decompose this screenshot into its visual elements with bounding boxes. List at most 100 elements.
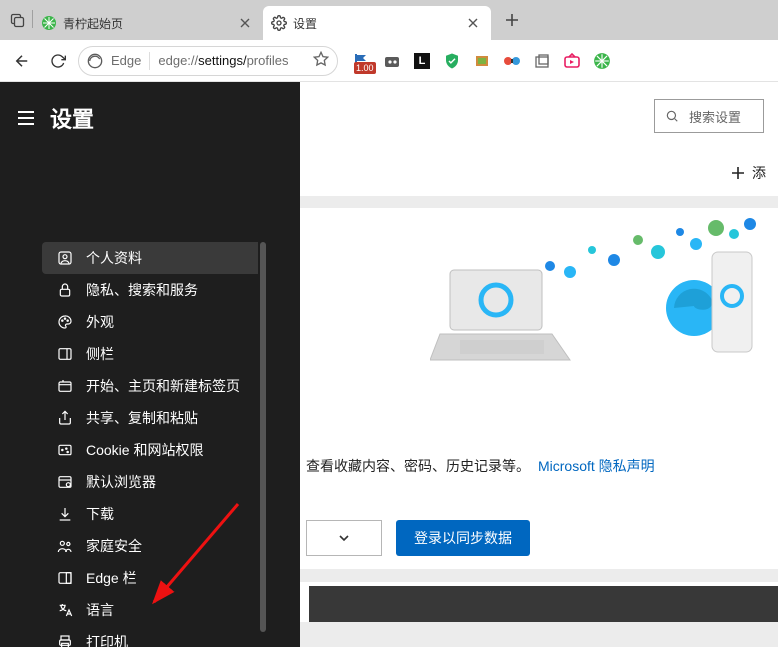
search-row: 搜索设置 bbox=[300, 82, 778, 150]
phone-icon bbox=[704, 248, 760, 358]
sync-button-label: 登录以同步数据 bbox=[414, 528, 512, 548]
sidebar-icon bbox=[56, 345, 74, 363]
sidebar-item-cookies[interactable]: Cookie 和网站权限 bbox=[42, 434, 262, 466]
extension-tv-icon[interactable] bbox=[562, 51, 582, 71]
extensions-row: 1.00 L bbox=[352, 51, 612, 71]
family-icon bbox=[56, 537, 74, 555]
sidebar-item-privacy[interactable]: 隐私、搜索和服务 bbox=[42, 274, 262, 306]
back-button[interactable] bbox=[6, 45, 38, 77]
refresh-button[interactable] bbox=[42, 45, 74, 77]
profile-dropdown[interactable] bbox=[306, 520, 382, 556]
add-label: 添 bbox=[752, 163, 766, 183]
new-tab-button[interactable] bbox=[497, 5, 527, 35]
tabs-icon bbox=[56, 377, 74, 395]
extension-flag-icon[interactable]: 1.00 bbox=[352, 51, 372, 71]
sidebar-item-language[interactable]: 语言 bbox=[42, 594, 262, 626]
sidebar-item-label: 侧栏 bbox=[86, 344, 114, 364]
close-icon[interactable] bbox=[237, 15, 253, 31]
sidebar-nav: 个人资料 隐私、搜索和服务 外观 侧栏 开始、主页和新建标签页 共享、复制和粘贴 bbox=[42, 242, 268, 647]
palette-icon bbox=[56, 313, 74, 331]
settings-search-input[interactable]: 搜索设置 bbox=[654, 99, 764, 133]
notice-text: 查看收藏内容、密码、历史记录等。 bbox=[306, 456, 530, 476]
divider bbox=[149, 52, 150, 70]
sidebar-item-label: 默认浏览器 bbox=[86, 472, 156, 492]
sidebar-item-appearance[interactable]: 外观 bbox=[42, 306, 262, 338]
sidebar-item-share[interactable]: 共享、复制和粘贴 bbox=[42, 402, 262, 434]
extension-icon[interactable]: L bbox=[412, 51, 432, 71]
menu-button[interactable] bbox=[14, 106, 38, 130]
tab-qingning[interactable]: 青柠起始页 bbox=[33, 6, 263, 40]
gear-icon bbox=[271, 15, 287, 31]
sidebar-item-label: Edge 栏 bbox=[86, 568, 137, 588]
extension-icon[interactable] bbox=[502, 51, 522, 71]
sidebar-item-sidebar[interactable]: 侧栏 bbox=[42, 338, 262, 370]
sidebar-item-label: 语言 bbox=[86, 600, 114, 620]
sidebar-header: 设置 bbox=[0, 82, 276, 154]
extension-icon[interactable] bbox=[382, 51, 402, 71]
sidebar-scrollbar[interactable] bbox=[258, 242, 268, 647]
dark-bar bbox=[309, 586, 778, 622]
extension-shield-icon[interactable] bbox=[442, 51, 462, 71]
sidebar-item-label: 打印机 bbox=[86, 632, 128, 647]
url-text: edge://settings/profiles bbox=[158, 53, 288, 68]
url-brand: Edge bbox=[111, 53, 141, 68]
scrollbar-thumb[interactable] bbox=[260, 242, 266, 632]
background-band bbox=[300, 622, 778, 647]
tab-settings[interactable]: 设置 bbox=[263, 6, 491, 40]
language-icon bbox=[56, 601, 74, 619]
search-placeholder: 搜索设置 bbox=[689, 107, 741, 126]
sidebar-item-default-browser[interactable]: 默认浏览器 bbox=[42, 466, 262, 498]
sync-login-button[interactable]: 登录以同步数据 bbox=[396, 520, 530, 556]
tab-title: 设置 bbox=[293, 15, 459, 32]
divider-band bbox=[300, 569, 778, 582]
page-title: 设置 bbox=[50, 102, 94, 134]
extension-icon[interactable] bbox=[532, 51, 552, 71]
sidebar-item-label: 个人资料 bbox=[86, 248, 142, 268]
profile-hero bbox=[300, 208, 778, 404]
favorite-icon[interactable] bbox=[313, 51, 329, 70]
share-icon bbox=[56, 409, 74, 427]
sidebar-item-label: 外观 bbox=[86, 312, 114, 332]
sidebar-item-downloads[interactable]: 下载 bbox=[42, 498, 262, 530]
window-tabbar: 青柠起始页 设置 bbox=[0, 0, 778, 40]
close-icon[interactable] bbox=[465, 15, 481, 31]
search-icon bbox=[665, 109, 679, 123]
sidebar-item-edgebar[interactable]: Edge 栏 bbox=[42, 562, 262, 594]
browser-icon bbox=[56, 473, 74, 491]
sidebar-item-label: 家庭安全 bbox=[86, 536, 142, 556]
profile-action-row: 登录以同步数据 bbox=[306, 520, 530, 556]
chevron-down-icon bbox=[337, 531, 351, 545]
extension-icon[interactable] bbox=[472, 51, 492, 71]
sidebar-item-label: 开始、主页和新建标签页 bbox=[86, 376, 240, 396]
lime-icon bbox=[41, 15, 57, 31]
browser-toolbar: Edge edge://settings/profiles 1.00 L bbox=[0, 40, 778, 82]
cookie-icon bbox=[56, 441, 74, 459]
divider-band bbox=[300, 196, 778, 208]
tab-title: 青柠起始页 bbox=[63, 15, 231, 32]
privacy-link[interactable]: Microsoft 隐私声明 bbox=[538, 456, 655, 476]
sidebar-item-label: Cookie 和网站权限 bbox=[86, 440, 203, 460]
profile-notice-row: 查看收藏内容、密码、历史记录等。 Microsoft 隐私声明 bbox=[306, 456, 778, 476]
sidebar-item-family[interactable]: 家庭安全 bbox=[42, 530, 262, 562]
settings-sidebar: 设置 个人资料 隐私、搜索和服务 外观 侧栏 开始、主页和新建标签页 bbox=[0, 82, 276, 647]
laptop-icon bbox=[430, 264, 580, 366]
sidebar-item-label: 共享、复制和粘贴 bbox=[86, 408, 198, 428]
edge-logo-icon bbox=[87, 53, 103, 69]
extension-lime-icon[interactable] bbox=[592, 51, 612, 71]
sidebar-item-profile[interactable]: 个人资料 bbox=[42, 242, 262, 274]
add-row: 添 bbox=[300, 150, 778, 196]
tab-actions-button[interactable] bbox=[4, 6, 32, 34]
download-icon bbox=[56, 505, 74, 523]
sidebar-item-start[interactable]: 开始、主页和新建标签页 bbox=[42, 370, 262, 402]
address-bar[interactable]: Edge edge://settings/profiles bbox=[78, 46, 338, 76]
sidebar-item-label: 隐私、搜索和服务 bbox=[86, 280, 198, 300]
sidebar-item-printers[interactable]: 打印机 bbox=[42, 626, 262, 647]
panel-icon bbox=[56, 569, 74, 587]
lock-icon bbox=[56, 281, 74, 299]
printer-icon bbox=[56, 633, 74, 647]
extension-badge: 1.00 bbox=[354, 62, 376, 74]
settings-content: 搜索设置 添 bbox=[0, 82, 778, 647]
sidebar-item-label: 下载 bbox=[86, 504, 114, 524]
profile-icon bbox=[56, 249, 74, 267]
add-profile-button[interactable]: 添 bbox=[730, 163, 766, 183]
